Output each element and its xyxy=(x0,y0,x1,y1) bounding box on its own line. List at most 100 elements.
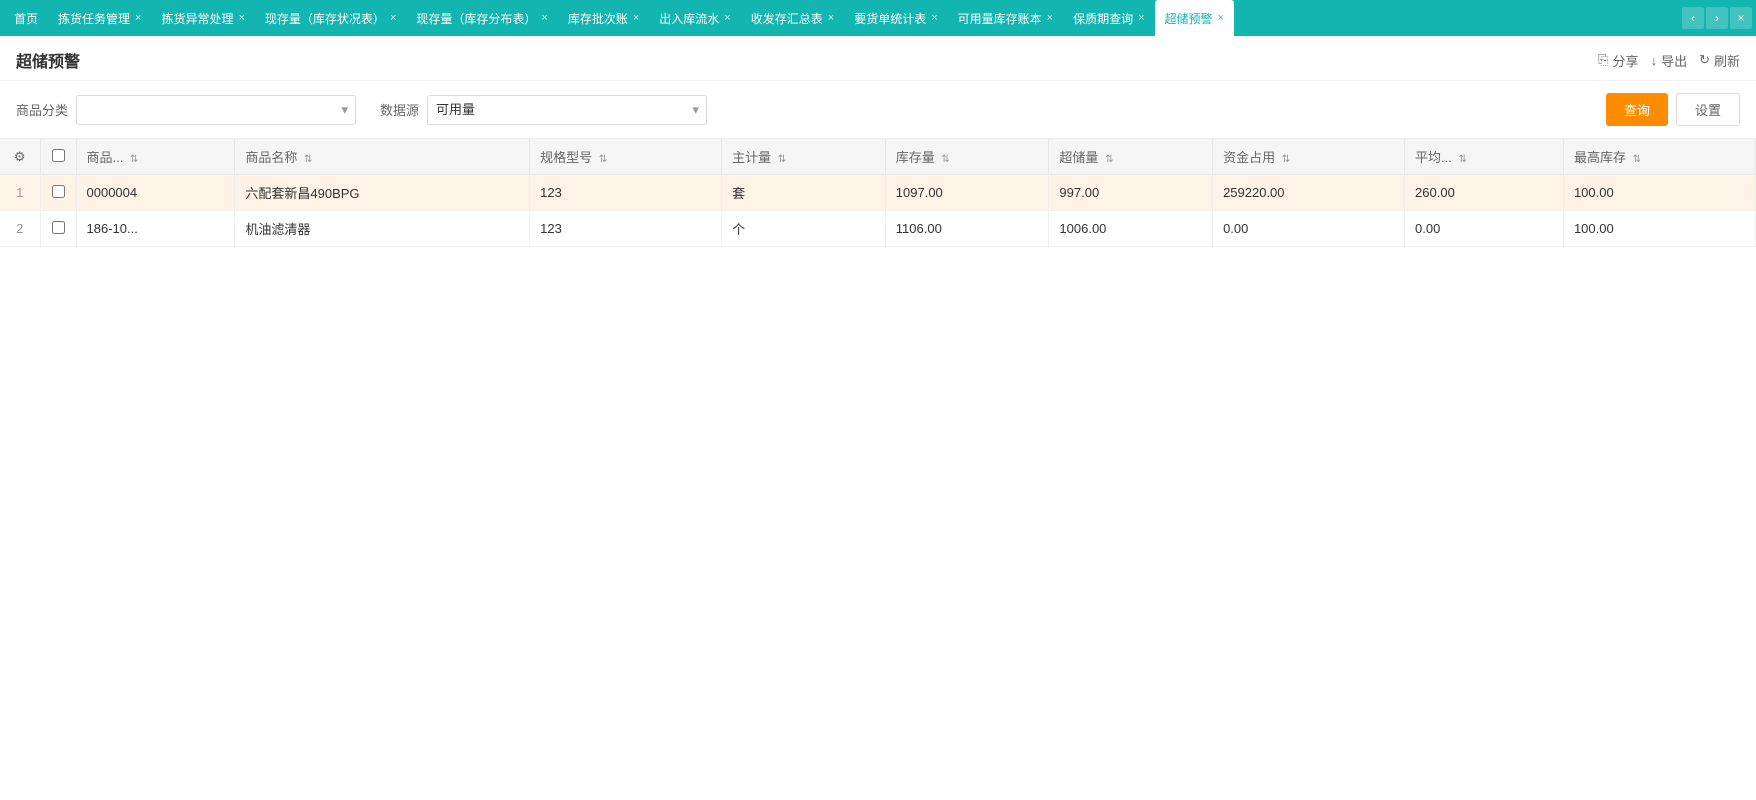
over-stock-sort-icon: ⇅ xyxy=(1105,154,1113,165)
spec-cell: 123 xyxy=(530,175,722,211)
export-button[interactable]: ↓ 导出 xyxy=(1651,51,1688,70)
max-stock-header: 最高库存 xyxy=(1574,150,1626,165)
row-num-cell: 1 xyxy=(0,175,40,211)
column-settings[interactable]: ⚙ xyxy=(0,139,40,175)
column-unit[interactable]: 主计量 ⇅ xyxy=(722,139,886,175)
tab-stock-batch-close[interactable]: × xyxy=(633,12,639,24)
max-stock-sort-icon: ⇅ xyxy=(1633,154,1641,165)
row-checkbox-0[interactable] xyxy=(52,185,65,198)
tab-picking-exception[interactable]: 拣货异常处理 × xyxy=(151,0,254,36)
datasource-label: 数据源 xyxy=(380,100,419,119)
tab-summary[interactable]: 收发存汇总表 × xyxy=(741,0,844,36)
tab-order-stats[interactable]: 要货单统计表 × xyxy=(844,0,947,36)
product-code-cell: 0000004 xyxy=(76,175,235,211)
avg-cell: 260.00 xyxy=(1405,175,1564,211)
capital-cell: 259220.00 xyxy=(1213,175,1405,211)
capital-header: 资金占用 xyxy=(1223,150,1275,165)
tab-order-stats-close[interactable]: × xyxy=(931,12,937,24)
unit-header: 主计量 xyxy=(732,150,771,165)
tab-stock-dist[interactable]: 现存量（库存分布表） × xyxy=(406,0,557,36)
tab-inout-flow[interactable]: 出入库流水 × xyxy=(649,0,740,36)
table-header-row: ⚙ 商品... ⇅ 商品名称 ⇅ 规格型号 ⇅ 主计量 xyxy=(0,139,1756,175)
tab-stock-batch-label: 库存批次账 xyxy=(568,10,628,27)
tab-overstock-close[interactable]: × xyxy=(1218,12,1224,24)
avg-sort-icon: ⇅ xyxy=(1459,154,1467,165)
filter-buttons: 查询 设置 xyxy=(1606,93,1740,126)
nav-prev-button[interactable]: ‹ xyxy=(1682,7,1704,29)
column-capital[interactable]: 资金占用 ⇅ xyxy=(1213,139,1405,175)
product-name-cell: 六配套新昌490BPG xyxy=(235,175,530,211)
tab-picking-exception-close[interactable]: × xyxy=(238,12,244,24)
product-name-cell: 机油滤清器 xyxy=(235,211,530,247)
tab-inout-flow-close[interactable]: × xyxy=(724,12,730,24)
tab-available-stock-close[interactable]: × xyxy=(1047,12,1053,24)
product-name-header: 商品名称 xyxy=(245,150,297,165)
settings-button[interactable]: 设置 xyxy=(1676,93,1740,126)
tab-available-stock[interactable]: 可用量库存账本 × xyxy=(948,0,1063,36)
avg-cell: 0.00 xyxy=(1405,211,1564,247)
stock-header: 库存量 xyxy=(896,150,935,165)
spec-cell: 123 xyxy=(530,211,722,247)
tab-stock-batch[interactable]: 库存批次账 × xyxy=(558,0,649,36)
product-name-sort-icon: ⇅ xyxy=(304,154,312,165)
table-row[interactable]: 2 186-10... 机油滤清器 123 个 1106.00 1006.00 … xyxy=(0,211,1756,247)
nav-close-all-button[interactable]: × xyxy=(1730,7,1752,29)
column-avg[interactable]: 平均... ⇅ xyxy=(1405,139,1564,175)
table-body: 1 0000004 六配套新昌490BPG 123 套 1097.00 997.… xyxy=(0,175,1756,247)
column-product-name[interactable]: 商品名称 ⇅ xyxy=(235,139,530,175)
tab-home-label: 首页 xyxy=(14,10,38,27)
filter-datasource: 数据源 可用量 库存量 ▾ xyxy=(380,95,707,125)
data-table: ⚙ 商品... ⇅ 商品名称 ⇅ 规格型号 ⇅ 主计量 xyxy=(0,139,1756,247)
table-row[interactable]: 1 0000004 六配套新昌490BPG 123 套 1097.00 997.… xyxy=(0,175,1756,211)
page-title: 超储预警 xyxy=(16,48,80,72)
tab-picking-task[interactable]: 拣货任务管理 × xyxy=(48,0,151,36)
tab-stock-status-close[interactable]: × xyxy=(390,12,396,24)
table-container: ⚙ 商品... ⇅ 商品名称 ⇅ 规格型号 ⇅ 主计量 xyxy=(0,139,1756,247)
column-select-all[interactable] xyxy=(40,139,76,175)
tab-stock-dist-close[interactable]: × xyxy=(541,12,547,24)
over-stock-cell: 1006.00 xyxy=(1049,211,1213,247)
tab-picking-task-close[interactable]: × xyxy=(135,12,141,24)
tab-picking-task-label: 拣货任务管理 xyxy=(58,10,130,27)
column-spec[interactable]: 规格型号 ⇅ xyxy=(530,139,722,175)
query-button[interactable]: 查询 xyxy=(1606,93,1668,126)
unit-cell: 个 xyxy=(722,211,886,247)
product-code-cell: 186-10... xyxy=(76,211,235,247)
column-max-stock[interactable]: 最高库存 ⇅ xyxy=(1563,139,1755,175)
max-stock-cell: 100.00 xyxy=(1563,211,1755,247)
tab-overstock[interactable]: 超储预警 × xyxy=(1155,0,1234,36)
category-select[interactable] xyxy=(76,95,356,125)
export-icon: ↓ xyxy=(1651,53,1658,68)
product-code-header: 商品... xyxy=(87,150,124,165)
share-button[interactable]: ⎘ 分享 xyxy=(1598,51,1638,70)
column-over-stock[interactable]: 超储量 ⇅ xyxy=(1049,139,1213,175)
spec-sort-icon: ⇅ xyxy=(599,154,607,165)
tab-home[interactable]: 首页 xyxy=(4,0,48,36)
datasource-select[interactable]: 可用量 库存量 xyxy=(427,95,707,125)
row-checkbox-cell[interactable] xyxy=(40,175,76,211)
refresh-button[interactable]: ↻ 刷新 xyxy=(1699,51,1740,70)
tab-expiry[interactable]: 保质期查询 × xyxy=(1063,0,1154,36)
tab-order-stats-label: 要货单统计表 xyxy=(854,10,926,27)
stock-cell: 1106.00 xyxy=(885,211,1049,247)
spec-header: 规格型号 xyxy=(540,150,592,165)
filter-category: 商品分类 ▾ xyxy=(16,95,356,125)
tab-summary-close[interactable]: × xyxy=(828,12,834,24)
row-num-cell: 2 xyxy=(0,211,40,247)
capital-cell: 0.00 xyxy=(1213,211,1405,247)
select-all-checkbox[interactable] xyxy=(52,149,65,162)
tab-expiry-close[interactable]: × xyxy=(1138,12,1144,24)
tab-expiry-label: 保质期查询 xyxy=(1073,10,1133,27)
tab-picking-exception-label: 拣货异常处理 xyxy=(161,10,233,27)
header-actions: ⎘ 分享 ↓ 导出 ↻ 刷新 xyxy=(1598,51,1740,70)
over-stock-header: 超储量 xyxy=(1059,150,1098,165)
column-stock[interactable]: 库存量 ⇅ xyxy=(885,139,1049,175)
nav-next-button[interactable]: › xyxy=(1706,7,1728,29)
topbar: 首页 拣货任务管理 × 拣货异常处理 × 现存量（库存状况表） × 现存量（库存… xyxy=(0,0,1756,36)
row-checkbox-cell[interactable] xyxy=(40,211,76,247)
column-product-code[interactable]: 商品... ⇅ xyxy=(76,139,235,175)
row-checkbox-1[interactable] xyxy=(52,221,65,234)
product-code-sort-icon: ⇅ xyxy=(130,154,138,165)
tab-stock-status[interactable]: 现存量（库存状况表） × xyxy=(255,0,406,36)
unit-cell: 套 xyxy=(722,175,886,211)
